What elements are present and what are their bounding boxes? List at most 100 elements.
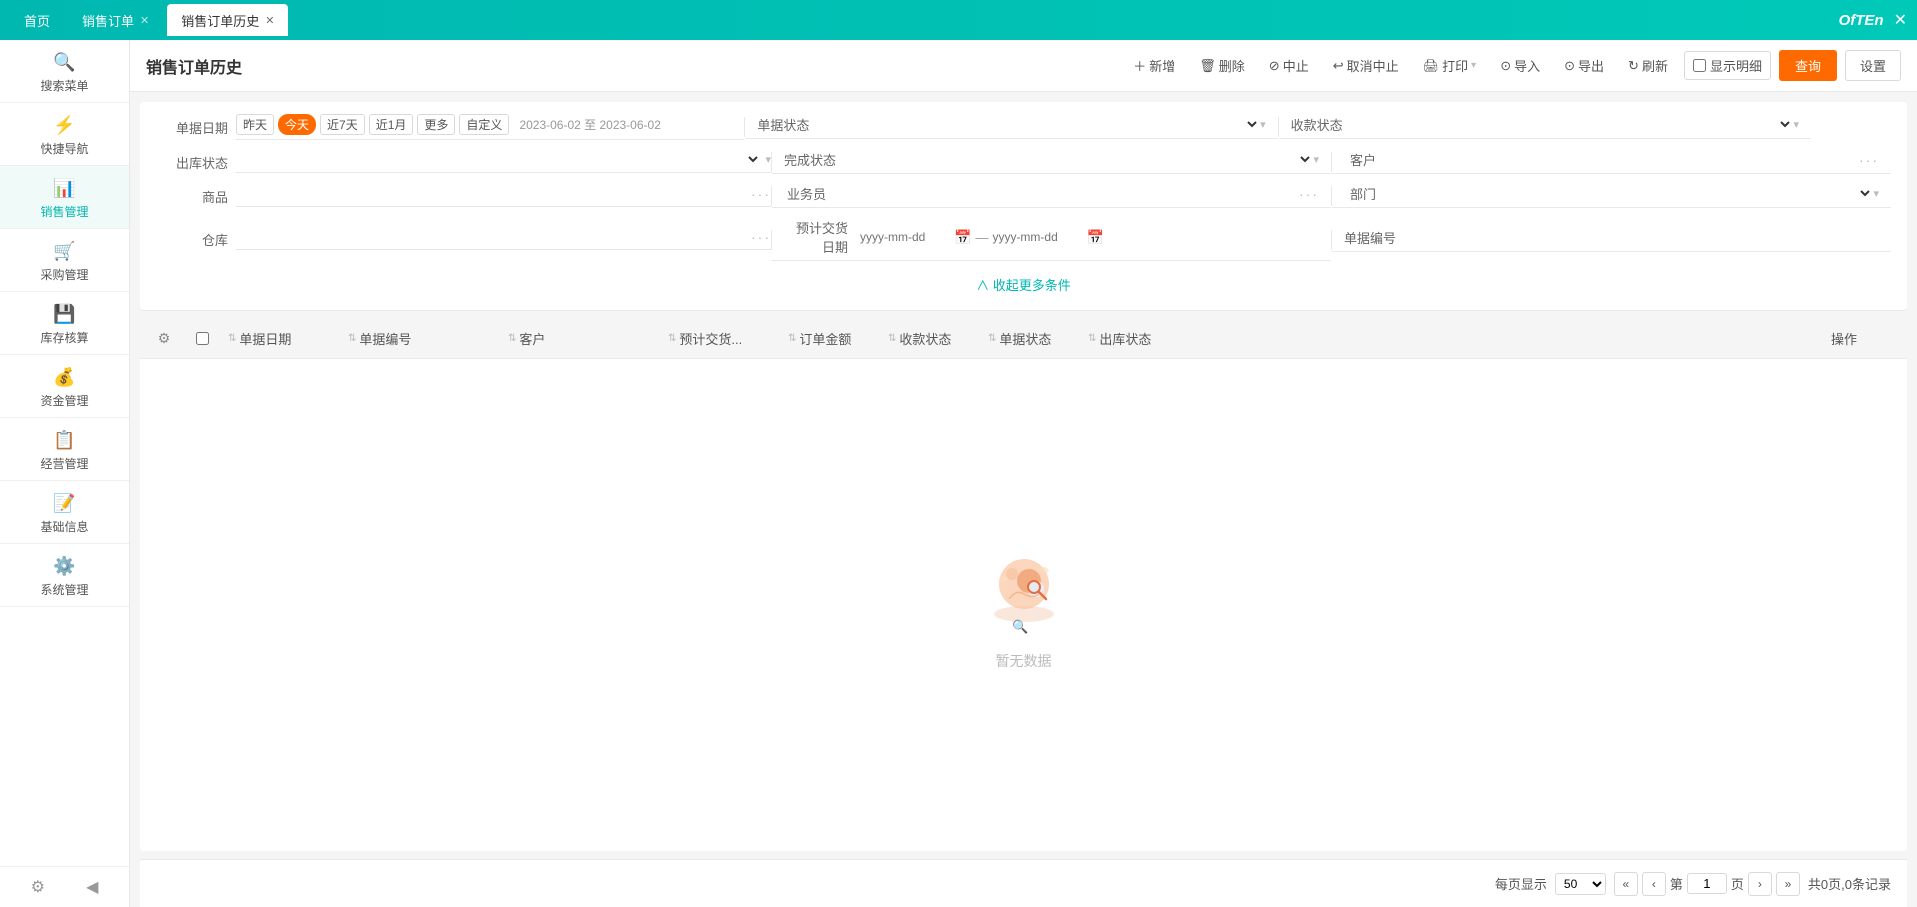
order-number-input[interactable] xyxy=(1404,230,1879,245)
select-all-checkbox[interactable] xyxy=(196,332,209,345)
sidebar-bottom: ⚙ ◀ xyxy=(0,866,129,907)
sidebar-item-quick-nav[interactable]: ⚡ 快捷导航 xyxy=(0,103,129,166)
goods-dots-icon[interactable]: ··· xyxy=(751,186,771,202)
window-close-icon[interactable]: ✕ xyxy=(1894,10,1907,30)
complete-status-select[interactable] xyxy=(844,151,1313,168)
purchase-mgmt-icon: 🛒 xyxy=(53,241,75,262)
display-toggle-checkbox[interactable] xyxy=(1693,59,1706,72)
delete-icon: 🗑 xyxy=(1199,58,1216,74)
sidebar-item-system-mgmt[interactable]: ⚙️ 系统管理 xyxy=(0,544,129,607)
page-last-button[interactable]: » xyxy=(1776,872,1800,896)
add-button[interactable]: ＋ 新增 xyxy=(1125,52,1183,79)
tab-sales-order-history[interactable]: 销售订单历史 ✕ xyxy=(167,4,288,36)
th-sort-icon-orderstatus[interactable]: ⇅ xyxy=(988,333,996,344)
department-select[interactable] xyxy=(1384,185,1873,202)
th-sort-icon-amount[interactable]: ⇅ xyxy=(788,333,796,344)
warehouse-dots-icon[interactable]: ··· xyxy=(751,229,771,245)
sidebar-item-operations-mgmt[interactable]: 📋 经营管理 xyxy=(0,418,129,481)
page-size-label: 每页显示 xyxy=(1495,874,1547,893)
complete-status-filter-label: 完成状态 xyxy=(784,150,844,169)
delivery-date-end-input[interactable] xyxy=(992,230,1082,244)
date-btn-more[interactable]: 更多 xyxy=(417,114,455,135)
order-status-chevron-icon: ▾ xyxy=(1260,118,1266,131)
sidebar-item-sales-mgmt[interactable]: 📊 销售管理 xyxy=(0,166,129,229)
page-header: 销售订单历史 ＋ 新增 🗑 删除 ⊘ 中止 ↩ 取消中止 xyxy=(130,40,1917,92)
settings-button[interactable]: 设置 xyxy=(1845,50,1901,81)
department-filter-label: 部门 xyxy=(1344,184,1384,203)
sidebar-item-capital-mgmt[interactable]: 💰 资金管理 xyxy=(0,355,129,418)
stop-label: 中止 xyxy=(1283,56,1309,75)
search-menu-icon: 🔍 xyxy=(53,52,75,73)
date-btn-yesterday[interactable]: 昨天 xyxy=(236,114,274,135)
settings-gear-icon[interactable]: ⚙ xyxy=(158,330,171,347)
tab-sales-order[interactable]: 销售订单 ✕ xyxy=(68,4,163,36)
sales-mgmt-icon: 📊 xyxy=(53,178,75,199)
date-filter-label: 单据日期 xyxy=(156,118,236,137)
query-button[interactable]: 查询 xyxy=(1779,50,1837,81)
filter-row-3: 商品 ··· 业务员 ··· 部门 ▾ xyxy=(156,184,1891,208)
page-size-select[interactable]: 50 10 20 100 xyxy=(1555,873,1606,895)
th-sort-icon-shipstatus[interactable]: ⇅ xyxy=(1088,333,1096,344)
delivery-date-end-calendar-icon[interactable]: 📅 xyxy=(1086,229,1103,246)
sidebar-settings-icon[interactable]: ⚙ xyxy=(31,877,45,897)
delete-button[interactable]: 🗑 删除 xyxy=(1191,52,1253,79)
date-btn-today[interactable]: 今天 xyxy=(278,114,316,135)
main-layout: 🔍 搜索菜单 ⚡ 快捷导航 📊 销售管理 🛒 采购管理 💾 库存核算 💰 资金管… xyxy=(0,40,1917,907)
page-next-button[interactable]: › xyxy=(1748,872,1772,896)
th-sort-icon-delivery[interactable]: ⇅ xyxy=(668,333,676,344)
sidebar-item-purchase-mgmt[interactable]: 🛒 采购管理 xyxy=(0,229,129,292)
sidebar-item-basic-info[interactable]: 📝 基础信息 xyxy=(0,481,129,544)
ship-status-select[interactable] xyxy=(236,151,761,168)
tab-sales-order-history-close[interactable]: ✕ xyxy=(265,14,274,27)
th-ship-status-label: 出库状态 xyxy=(1099,329,1151,348)
empty-state: 🔍 暂无数据 xyxy=(974,539,1074,671)
delivery-date-start-calendar-icon[interactable]: 📅 xyxy=(954,229,971,246)
import-button[interactable]: ⊙ 导入 xyxy=(1492,52,1548,79)
page-title: 销售订单历史 xyxy=(146,54,242,78)
export-button[interactable]: ⊙ 导出 xyxy=(1556,52,1612,79)
sidebar-item-sales-mgmt-label: 销售管理 xyxy=(40,203,88,220)
salesperson-dots-icon[interactable]: ··· xyxy=(1299,186,1319,202)
display-toggle[interactable]: 显示明细 xyxy=(1684,51,1771,80)
refresh-button[interactable]: ↻ 刷新 xyxy=(1620,52,1676,79)
sidebar: 🔍 搜索菜单 ⚡ 快捷导航 📊 销售管理 🛒 采购管理 💾 库存核算 💰 资金管… xyxy=(0,40,130,907)
delivery-date-start-input[interactable] xyxy=(860,230,950,244)
receipt-status-chevron-icon: ▾ xyxy=(1793,118,1799,131)
sidebar-item-system-mgmt-label: 系统管理 xyxy=(40,581,88,598)
th-order-num-label: 单据编号 xyxy=(359,329,411,348)
page-first-button[interactable]: « xyxy=(1614,872,1638,896)
refresh-label: 刷新 xyxy=(1642,56,1668,75)
th-settings[interactable]: ⚙ xyxy=(144,330,184,347)
th-order-num: ⇅ 单据编号 xyxy=(340,329,500,348)
th-sort-icon-date[interactable]: ⇅ xyxy=(228,333,236,344)
sidebar-item-search-menu[interactable]: 🔍 搜索菜单 xyxy=(0,40,129,103)
order-status-select[interactable] xyxy=(817,116,1260,133)
top-bar-right: OfTEn ✕ xyxy=(1839,10,1907,30)
import-icon: ⊙ xyxy=(1500,58,1511,74)
stop-button[interactable]: ⊘ 中止 xyxy=(1261,52,1317,79)
table-area: ⚙ ⇅ 单据日期 ⇅ 单据编号 ⇅ 客户 ⇅ xyxy=(140,319,1907,851)
th-amount: ⇅ 订单金额 xyxy=(780,329,880,348)
th-checkbox[interactable] xyxy=(184,332,220,345)
page-input[interactable] xyxy=(1687,873,1727,894)
cancel-stop-button[interactable]: ↩ 取消中止 xyxy=(1325,52,1407,79)
tab-sales-order-close[interactable]: ✕ xyxy=(140,14,149,27)
th-sort-icon-ordernum[interactable]: ⇅ xyxy=(348,333,356,344)
th-sort-icon-receiptstatus[interactable]: ⇅ xyxy=(888,333,896,344)
receipt-status-select[interactable] xyxy=(1351,116,1794,133)
svg-text:🔍: 🔍 xyxy=(1012,618,1028,634)
date-btn-last1month[interactable]: 近1月 xyxy=(369,114,414,135)
delivery-date-filter-label: 预计交货日期 xyxy=(784,218,856,256)
sidebar-item-inventory[interactable]: 💾 库存核算 xyxy=(0,292,129,355)
customer-dots-icon[interactable]: ··· xyxy=(1859,152,1879,168)
date-btn-last7[interactable]: 近7天 xyxy=(320,114,365,135)
collapse-row[interactable]: ∧ 收起更多条件 xyxy=(156,271,1891,298)
date-btn-custom[interactable]: 自定义 xyxy=(459,114,509,135)
tab-sales-order-label: 销售订单 xyxy=(82,11,134,30)
print-button[interactable]: 🖨 打印 ▾ xyxy=(1415,52,1485,79)
sidebar-collapse-icon[interactable]: ◀ xyxy=(86,877,98,897)
th-sort-icon-customer[interactable]: ⇅ xyxy=(508,333,516,344)
page-prev-button[interactable]: ‹ xyxy=(1642,872,1666,896)
tab-home[interactable]: 首页 xyxy=(10,4,64,36)
th-actions: 操作 xyxy=(1823,329,1903,348)
